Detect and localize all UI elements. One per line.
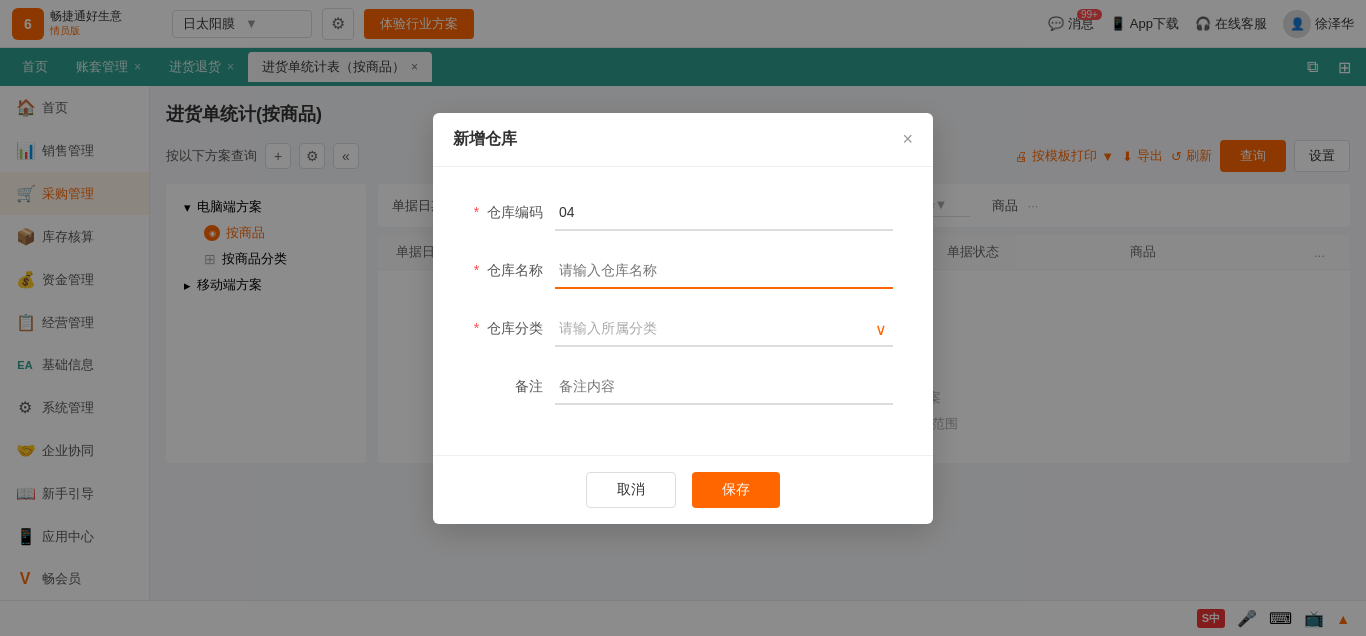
remark-label: 备注 xyxy=(473,378,543,396)
required-star: * xyxy=(474,204,479,220)
category-select-wrap: 请输入所属分类 ∨ xyxy=(555,311,893,347)
form-row-name: * 仓库名称 xyxy=(473,253,893,289)
form-row-category: * 仓库分类 请输入所属分类 ∨ xyxy=(473,311,893,347)
warehouse-category-select[interactable]: 请输入所属分类 xyxy=(555,311,893,347)
warehouse-code-input[interactable] xyxy=(555,195,893,231)
warehouse-name-input[interactable] xyxy=(555,253,893,289)
form-row-code: * 仓库编码 xyxy=(473,195,893,231)
dialog-body: * 仓库编码 * 仓库名称 * 仓库分类 xyxy=(433,167,933,455)
dialog-close-button[interactable]: × xyxy=(902,129,913,150)
save-button[interactable]: 保存 xyxy=(692,472,780,508)
modal-overlay: 新增仓库 × * 仓库编码 * 仓库名称 xyxy=(0,0,1366,636)
required-star-name: * xyxy=(474,262,479,278)
category-label: * 仓库分类 xyxy=(473,320,543,338)
add-warehouse-dialog: 新增仓库 × * 仓库编码 * 仓库名称 xyxy=(433,113,933,524)
warehouse-remark-input[interactable] xyxy=(555,369,893,405)
required-star-category: * xyxy=(474,320,479,336)
dialog-header: 新增仓库 × xyxy=(433,113,933,167)
name-label: * 仓库名称 xyxy=(473,262,543,280)
code-label: * 仓库编码 xyxy=(473,204,543,222)
form-row-remark: 备注 xyxy=(473,369,893,405)
cancel-button[interactable]: 取消 xyxy=(586,472,676,508)
dialog-title: 新增仓库 xyxy=(453,129,517,150)
dialog-footer: 取消 保存 xyxy=(433,455,933,524)
